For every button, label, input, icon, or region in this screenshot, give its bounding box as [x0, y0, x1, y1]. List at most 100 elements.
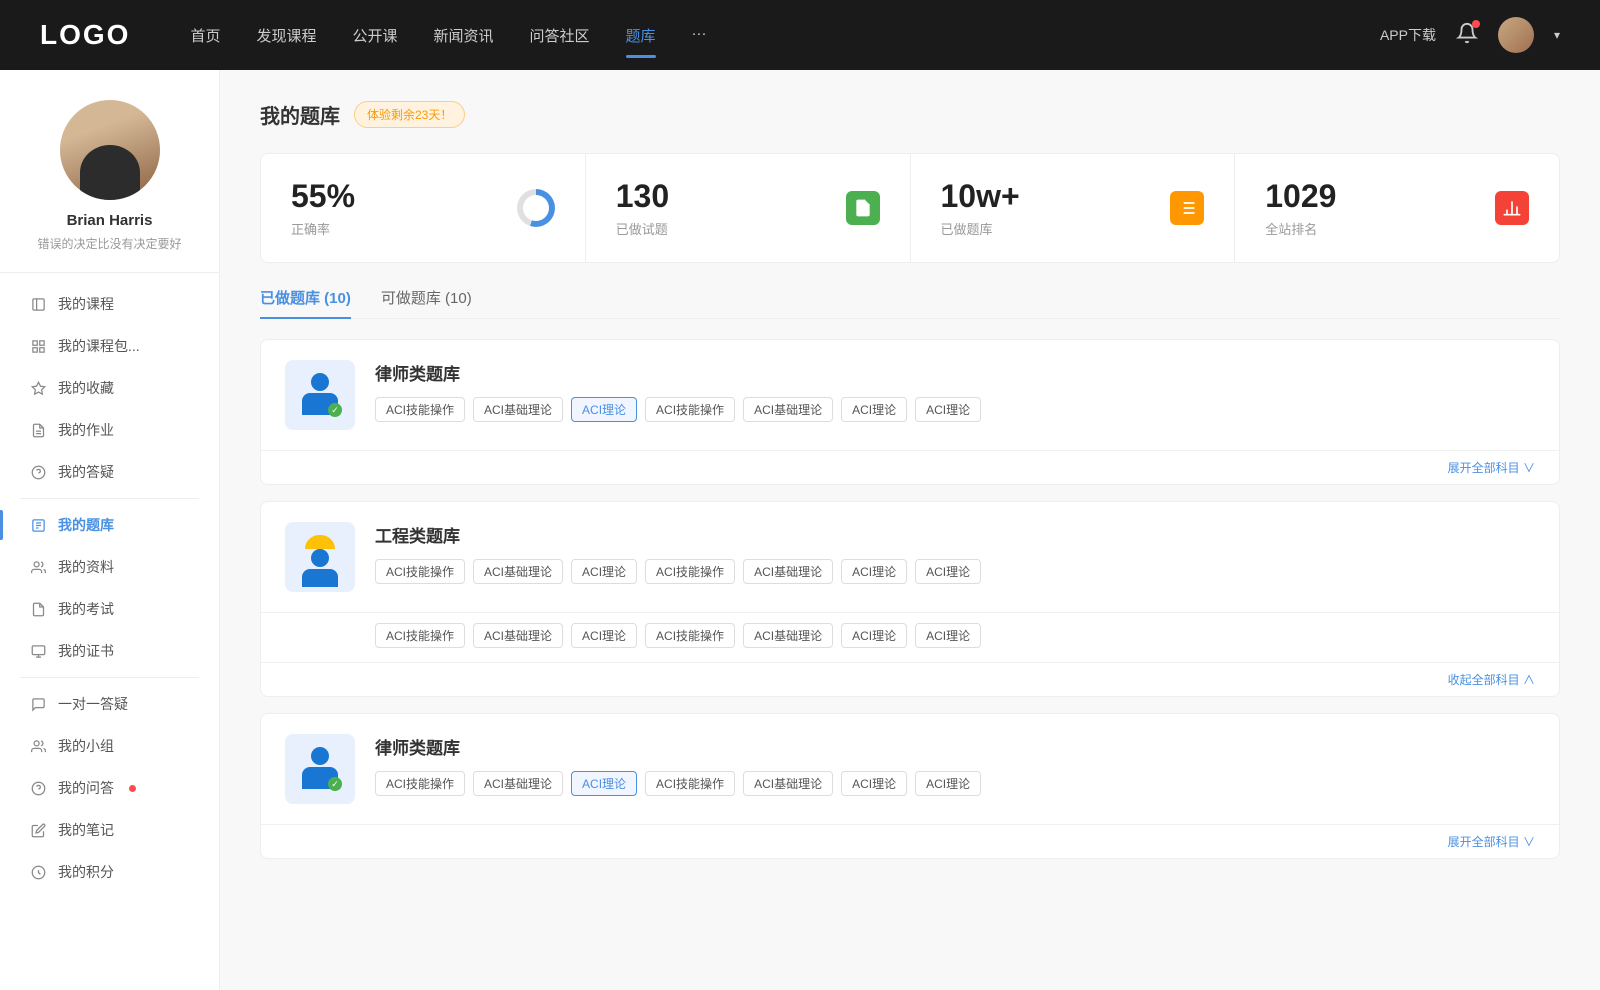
tab-可做题库 (10)[interactable]: 可做题库 (10): [381, 287, 472, 318]
tag-lawyer1-0[interactable]: ACI技能操作: [375, 397, 465, 422]
doc-icon: [846, 191, 880, 225]
sidebar-label-my-qa: 我的答疑: [58, 462, 114, 482]
lawyer-icon: ✓: [298, 373, 342, 417]
nav-link-题库[interactable]: 题库: [626, 21, 656, 50]
tag-lawyer1-2[interactable]: ACI理论: [571, 397, 637, 422]
stat-label-正确率: 正确率: [291, 219, 501, 238]
sidebar-item-my-tutor[interactable]: 一对一答疑: [0, 683, 219, 725]
tag-engineer1-3[interactable]: ACI技能操作: [645, 559, 735, 584]
qbank-card-lawyer1: ✓ 律师类题库ACI技能操作ACI基础理论ACI理论ACI技能操作ACI基础理论…: [260, 339, 1560, 485]
stat-label-已做试题: 已做试题: [616, 219, 830, 238]
my-cert-icon: [30, 643, 46, 659]
tag-engineer1-4[interactable]: ACI基础理论: [743, 559, 833, 584]
sidebar-item-my-notes[interactable]: 我的笔记: [0, 809, 219, 851]
stat-number-全站排名: 1029: [1265, 178, 1479, 215]
tag-engineer1-1[interactable]: ACI基础理论: [473, 559, 563, 584]
extra-tag-engineer1-2[interactable]: ACI理论: [571, 623, 637, 648]
sidebar-label-my-tutor: 一对一答疑: [58, 694, 128, 714]
sidebar-item-my-qa[interactable]: 我的答疑: [0, 451, 219, 493]
tab-已做题库 (10)[interactable]: 已做题库 (10): [260, 287, 351, 318]
nav-link-问答社区[interactable]: 问答社区: [530, 21, 590, 50]
sidebar-item-my-homework[interactable]: 我的作业: [0, 409, 219, 451]
tag-lawyer2-6[interactable]: ACI理论: [915, 771, 981, 796]
sidebar-item-my-qbank[interactable]: 我的题库: [0, 504, 219, 546]
my-course-icon: [30, 296, 46, 312]
tag-engineer1-5[interactable]: ACI理论: [841, 559, 907, 584]
page-body: Brian Harris 错误的决定比没有决定要好 我的课程我的课程包...我的…: [0, 70, 1600, 990]
tag-engineer1-2[interactable]: ACI理论: [571, 559, 637, 584]
user-avatar[interactable]: [1498, 17, 1534, 53]
my-notes-icon: [30, 822, 46, 838]
tag-lawyer1-5[interactable]: ACI理论: [841, 397, 907, 422]
qbank-title-engineer1: 工程类题库: [375, 522, 1535, 547]
lawyer-icon: ✓: [298, 747, 342, 791]
engineer-icon-wrap: [285, 522, 355, 592]
tag-engineer1-6[interactable]: ACI理论: [915, 559, 981, 584]
qbank-expand-engineer1[interactable]: 收起全部科目 ∧: [261, 662, 1559, 696]
qbanks-container: ✓ 律师类题库ACI技能操作ACI基础理论ACI理论ACI技能操作ACI基础理论…: [260, 339, 1560, 859]
tag-engineer1-0[interactable]: ACI技能操作: [375, 559, 465, 584]
nav-link-公开课[interactable]: 公开课: [352, 21, 397, 50]
engineer-icon: [298, 535, 342, 579]
tag-lawyer2-2[interactable]: ACI理论: [571, 771, 637, 796]
sidebar-item-my-answer[interactable]: 我的问答: [0, 767, 219, 809]
extra-tag-engineer1-1[interactable]: ACI基础理论: [473, 623, 563, 648]
app-download-button[interactable]: APP下载: [1380, 25, 1436, 45]
sidebar: Brian Harris 错误的决定比没有决定要好 我的课程我的课程包...我的…: [0, 70, 220, 990]
tag-lawyer2-5[interactable]: ACI理论: [841, 771, 907, 796]
profile-motto: 错误的决定比没有决定要好: [22, 235, 196, 252]
user-menu-chevron[interactable]: ▾: [1554, 28, 1560, 42]
my-qbank-icon: [30, 517, 46, 533]
nav-link-首页[interactable]: 首页: [190, 21, 220, 50]
sidebar-item-my-exam[interactable]: 我的考试: [0, 588, 219, 630]
tag-lawyer1-4[interactable]: ACI基础理论: [743, 397, 833, 422]
tag-lawyer2-4[interactable]: ACI基础理论: [743, 771, 833, 796]
tabs-bar: 已做题库 (10) 可做题库 (10): [260, 287, 1560, 319]
sidebar-label-my-group: 我的小组: [58, 736, 114, 756]
sidebar-label-my-qbank: 我的题库: [58, 515, 114, 535]
sidebar-item-my-profile[interactable]: 我的资料: [0, 546, 219, 588]
profile-name: Brian Harris: [67, 212, 153, 229]
stat-number-已做试题: 130: [616, 178, 830, 215]
sidebar-label-my-points: 我的积分: [58, 862, 114, 882]
extra-tag-engineer1-6[interactable]: ACI理论: [915, 623, 981, 648]
qbank-card-lawyer2: ✓ 律师类题库ACI技能操作ACI基础理论ACI理论ACI技能操作ACI基础理论…: [260, 713, 1560, 859]
trial-badge: 体验剩余23天！: [354, 101, 465, 128]
tag-lawyer1-3[interactable]: ACI技能操作: [645, 397, 735, 422]
sidebar-item-my-cert[interactable]: 我的证书: [0, 630, 219, 672]
tag-lawyer2-3[interactable]: ACI技能操作: [645, 771, 735, 796]
tag-lawyer1-6[interactable]: ACI理论: [915, 397, 981, 422]
pie-chart-icon: [517, 189, 555, 227]
nav-links: 首页 发现课程 公开课 新闻资讯 问答社区 题库 ···: [190, 21, 1380, 50]
sidebar-item-my-points[interactable]: 我的积分: [0, 851, 219, 893]
tag-lawyer2-0[interactable]: ACI技能操作: [375, 771, 465, 796]
qbank-expand-lawyer1[interactable]: 展开全部科目 ∨: [261, 450, 1559, 484]
sidebar-label-my-profile: 我的资料: [58, 557, 114, 577]
badge-dot-my-answer: [129, 785, 136, 792]
nav-link-···[interactable]: ···: [692, 21, 707, 50]
extra-tag-engineer1-0[interactable]: ACI技能操作: [375, 623, 465, 648]
logo[interactable]: LOGO: [40, 19, 130, 51]
extra-tag-engineer1-5[interactable]: ACI理论: [841, 623, 907, 648]
extra-tag-engineer1-3[interactable]: ACI技能操作: [645, 623, 735, 648]
tag-lawyer1-1[interactable]: ACI基础理论: [473, 397, 563, 422]
stat-label-全站排名: 全站排名: [1265, 219, 1479, 238]
lawyer-icon-wrap: ✓: [285, 734, 355, 804]
my-profile-icon: [30, 559, 46, 575]
tag-lawyer2-1[interactable]: ACI基础理论: [473, 771, 563, 796]
sidebar-profile: Brian Harris 错误的决定比没有决定要好: [0, 100, 219, 273]
nav-link-发现课程[interactable]: 发现课程: [256, 21, 316, 50]
my-qa-icon: [30, 464, 46, 480]
qbank-expand-lawyer2[interactable]: 展开全部科目 ∨: [261, 824, 1559, 858]
extra-tag-engineer1-4[interactable]: ACI基础理论: [743, 623, 833, 648]
stat-item-已做试题: 130 已做试题: [586, 154, 911, 262]
sidebar-item-my-group[interactable]: 我的小组: [0, 725, 219, 767]
sidebar-item-my-course[interactable]: 我的课程: [0, 283, 219, 325]
qbank-card-engineer1: 工程类题库 ACI技能操作 ACI基础理论 ACI理论 ACI技能操作 ACI基础理论 AC…: [260, 501, 1560, 697]
sidebar-item-my-favorites[interactable]: 我的收藏: [0, 367, 219, 409]
notification-badge: [1472, 20, 1480, 28]
notification-bell[interactable]: [1456, 22, 1478, 49]
sidebar-label-my-course: 我的课程: [58, 294, 114, 314]
sidebar-item-my-course-pkg[interactable]: 我的课程包...: [0, 325, 219, 367]
nav-link-新闻资讯[interactable]: 新闻资讯: [434, 21, 494, 50]
